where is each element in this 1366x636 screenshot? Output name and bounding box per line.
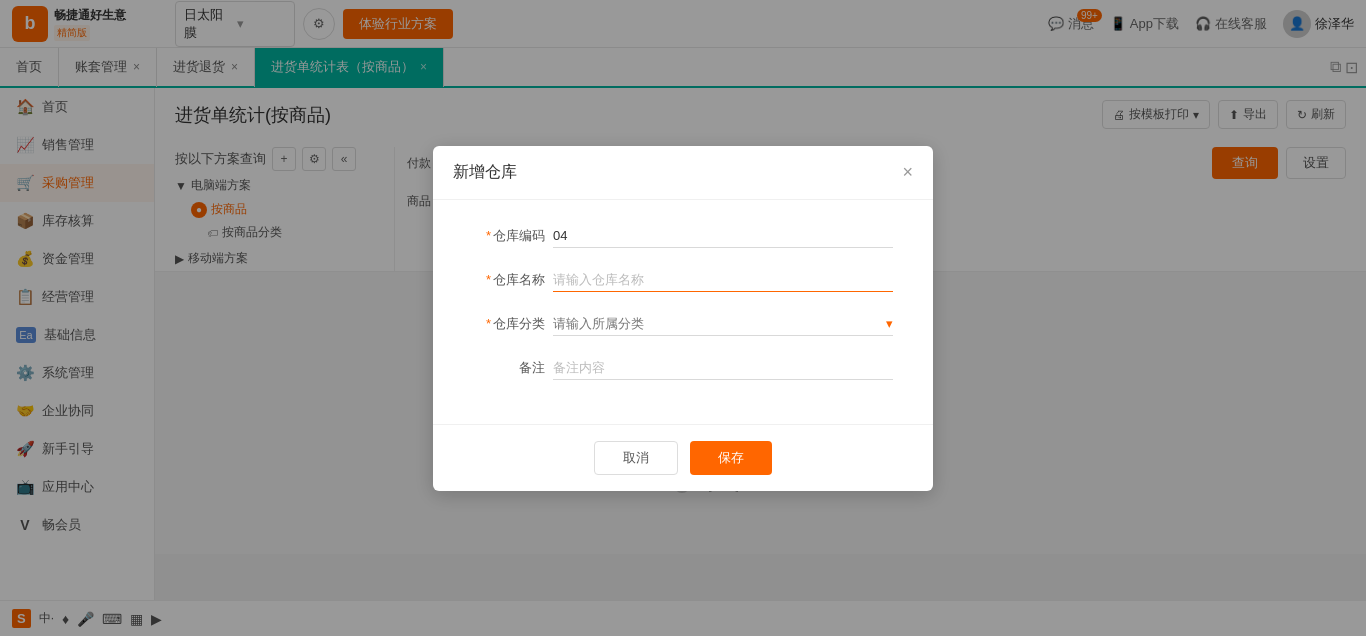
new-warehouse-dialog: 新增仓库 × *仓库编码 *仓库名称 *仓库分类 [433, 146, 933, 491]
required-star: * [486, 228, 491, 243]
category-chevron-icon: ▾ [886, 316, 893, 331]
dialog-header: 新增仓库 × [433, 146, 933, 200]
dialog-title: 新增仓库 [453, 162, 517, 183]
warehouse-category-row: *仓库分类 ▾ [473, 312, 893, 336]
warehouse-note-row: 备注 [473, 356, 893, 380]
warehouse-name-row: *仓库名称 [473, 268, 893, 292]
warehouse-category-select[interactable]: ▾ [553, 312, 893, 336]
save-button[interactable]: 保存 [690, 441, 772, 475]
warehouse-name-label: *仓库名称 [473, 271, 553, 289]
warehouse-name-input[interactable] [553, 268, 893, 292]
dialog-body: *仓库编码 *仓库名称 *仓库分类 ▾ [433, 200, 933, 424]
required-star-name: * [486, 272, 491, 287]
required-star-cat: * [486, 316, 491, 331]
cancel-button[interactable]: 取消 [594, 441, 678, 475]
dialog-footer: 取消 保存 [433, 424, 933, 491]
modal-overlay: 新增仓库 × *仓库编码 *仓库名称 *仓库分类 [0, 0, 1366, 636]
warehouse-code-input[interactable] [553, 224, 893, 248]
dialog-close-button[interactable]: × [902, 162, 913, 183]
category-input[interactable] [553, 316, 886, 331]
warehouse-category-label: *仓库分类 [473, 315, 553, 333]
warehouse-note-label: 备注 [473, 359, 553, 377]
warehouse-note-input[interactable] [553, 356, 893, 380]
warehouse-code-row: *仓库编码 [473, 224, 893, 248]
warehouse-code-label: *仓库编码 [473, 227, 553, 245]
